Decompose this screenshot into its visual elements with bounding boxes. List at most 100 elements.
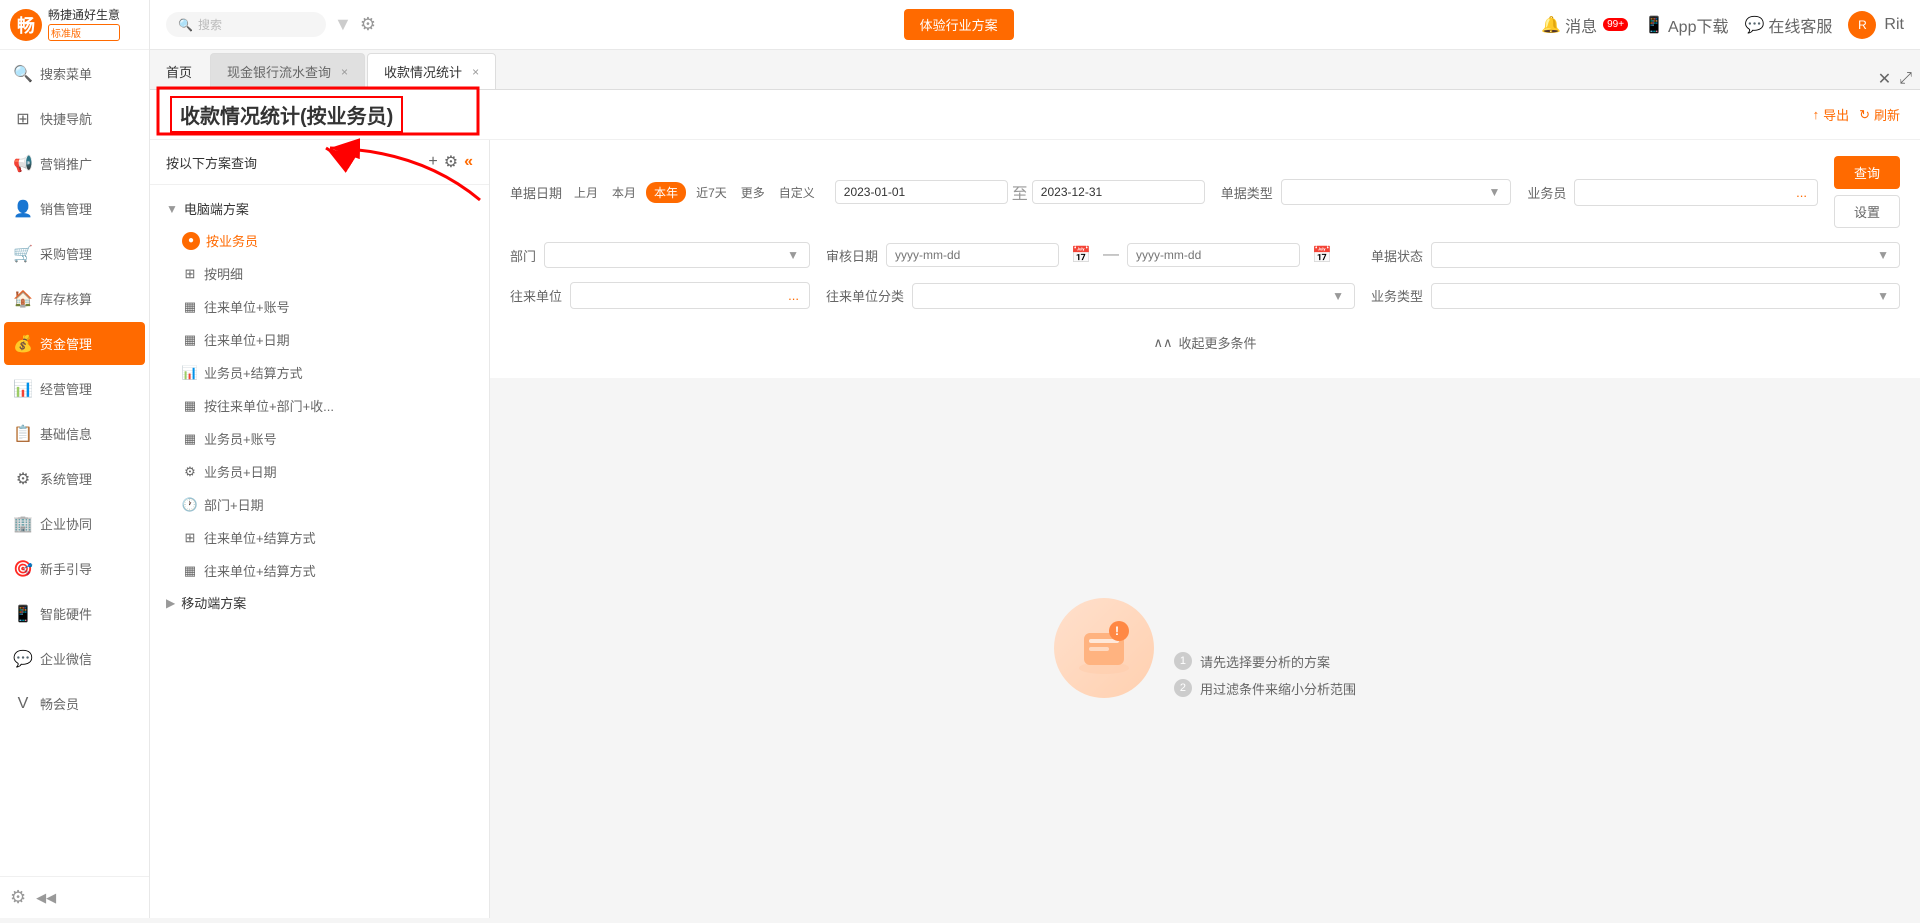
filter-add-button[interactable]: + bbox=[428, 153, 437, 171]
tab-collection-stats-close[interactable]: × bbox=[472, 65, 479, 79]
trial-industry-button[interactable]: 体验行业方案 bbox=[904, 9, 1014, 40]
sidebar-item-basic[interactable]: 📋 基础信息 bbox=[4, 412, 145, 455]
tree-item-salesperson-settlement[interactable]: 📊 业务员+结算方式 bbox=[150, 356, 489, 389]
avatar: R bbox=[1848, 11, 1876, 39]
dept-select[interactable]: ▼ bbox=[544, 242, 810, 268]
sidebar: 畅 畅捷通好生意 标准版 🔍 搜索菜单 ⊞ 快捷导航 📢 营销推广 👤 销售管理… bbox=[0, 0, 150, 918]
unit-account-icon: ▦ bbox=[182, 299, 198, 315]
settings-button[interactable]: 设置 bbox=[1834, 195, 1900, 228]
tab-bar: 首页 现金银行流水查询 × 收款情况统计 × ✕ ⤢ bbox=[150, 50, 1920, 90]
tree-item-salesperson-account[interactable]: ▦ 业务员+账号 bbox=[150, 422, 489, 455]
online-service-button[interactable]: 💬 在线客服 bbox=[1744, 13, 1832, 37]
date-from-input[interactable] bbox=[835, 180, 1008, 204]
tree-arrow-mobile: ▶ bbox=[166, 596, 175, 610]
sidebar-item-sales[interactable]: 👤 销售管理 bbox=[4, 187, 145, 230]
date-btn-last-7-days[interactable]: 近7天 bbox=[692, 182, 731, 203]
tree-item-unit-account[interactable]: ▦ 往来单位+账号 bbox=[150, 290, 489, 323]
date-btn-last-month[interactable]: 上月 bbox=[570, 182, 602, 203]
sidebar-item-system[interactable]: ⚙ 系统管理 bbox=[4, 457, 145, 500]
topbar-dropdown-icon[interactable]: ▼ bbox=[334, 14, 352, 35]
unit-category-select[interactable]: ▼ bbox=[912, 283, 1355, 309]
export-button[interactable]: ↑ 导出 bbox=[1813, 105, 1850, 124]
unit-dots[interactable]: ... bbox=[788, 288, 799, 303]
topbar-left: 🔍 搜索 ▼ ⚙ bbox=[166, 12, 376, 37]
voucher-salesperson-group: 单据类型 ▼ 业务员 ... bbox=[1221, 179, 1818, 206]
tab-bank-flow-close[interactable]: × bbox=[341, 65, 348, 79]
business-type-arrow: ▼ bbox=[1877, 289, 1889, 303]
sidebar-item-finance[interactable]: 💰 资金管理 bbox=[4, 322, 145, 365]
service-icon: 💬 bbox=[1744, 15, 1764, 35]
sidebar-settings-icon[interactable]: ⚙ bbox=[10, 887, 26, 908]
filter-settings-button[interactable]: ⚙ bbox=[444, 152, 458, 172]
sidebar-item-member[interactable]: V 畅会员 bbox=[4, 682, 145, 725]
tree-item-unit-dept-collect[interactable]: ▦ 按往来单位+部门+收... bbox=[150, 389, 489, 422]
date-btn-more[interactable]: 更多 bbox=[737, 182, 769, 203]
sidebar-item-enterprise[interactable]: 🏢 企业协同 bbox=[4, 502, 145, 545]
tree-item-unit-date[interactable]: ▦ 往来单位+日期 bbox=[150, 323, 489, 356]
tree-item-by-detail[interactable]: ⊞ 按明细 bbox=[150, 257, 489, 290]
sidebar-item-inventory[interactable]: 🏠 库存核算 bbox=[4, 277, 145, 320]
sidebar-item-wechat[interactable]: 💬 企业微信 bbox=[4, 637, 145, 680]
empty-state: ! 1 请先选择要分析的方案 2 用过滤条件来缩小分析范围 bbox=[1054, 598, 1356, 698]
date-btn-this-year[interactable]: 本年 bbox=[646, 182, 686, 203]
salesperson-date-icon: ⚙ bbox=[182, 464, 198, 480]
filter-header-icons: + ⚙ « bbox=[428, 152, 473, 172]
calendar-icon-1: 📅 bbox=[1071, 245, 1091, 265]
query-row-3: 往来单位 ... 往来单位分类 ▼ 业务类型 bbox=[510, 282, 1900, 309]
tab-maximize-icon[interactable]: ⤢ bbox=[1899, 70, 1912, 88]
tree-item-unit-settlement2[interactable]: ▦ 往来单位+结算方式 bbox=[150, 554, 489, 587]
tab-home[interactable]: 首页 bbox=[150, 53, 208, 89]
app-download-button[interactable]: 📱 App下载 bbox=[1644, 13, 1728, 37]
date-btn-custom[interactable]: 自定义 bbox=[775, 182, 819, 203]
unit-select[interactable]: ... bbox=[570, 282, 810, 309]
refresh-icon: ↻ bbox=[1859, 107, 1870, 123]
query-area: 单据日期 上月 本月 本年 近7天 更多 自定义 至 bbox=[490, 140, 1920, 918]
sidebar-nav: 🔍 搜索菜单 ⊞ 快捷导航 📢 营销推广 👤 销售管理 🛒 采购管理 🏠 库存核… bbox=[0, 50, 149, 876]
tree-group-pc-header[interactable]: ▼ 电脑端方案 bbox=[150, 193, 489, 224]
user-profile[interactable]: R Rit bbox=[1848, 11, 1904, 39]
sidebar-item-guide[interactable]: 🎯 新手引导 bbox=[4, 547, 145, 590]
review-date-to-input[interactable] bbox=[1127, 243, 1300, 267]
voucher-type-select[interactable]: ▼ bbox=[1281, 179, 1512, 205]
tab-bank-flow[interactable]: 现金银行流水查询 × bbox=[210, 53, 365, 89]
sidebar-item-marketing[interactable]: 📢 营销推广 bbox=[4, 142, 145, 185]
sidebar-item-operations[interactable]: 📊 经营管理 bbox=[4, 367, 145, 410]
main-content: 🔍 搜索 ▼ ⚙ 体验行业方案 🔔 消息 99+ 📱 App下载 💬 在线客服 … bbox=[150, 0, 1920, 918]
tree-group-mobile-header[interactable]: ▶ 移动端方案 bbox=[150, 587, 489, 618]
tab-collection-stats[interactable]: 收款情况统计 × bbox=[367, 53, 496, 89]
export-icon: ↑ bbox=[1813, 107, 1820, 122]
empty-state-content: ! 1 请先选择要分析的方案 2 用过滤条件来缩小分析范围 bbox=[1054, 598, 1356, 698]
tab-close-all-icon[interactable]: ✕ bbox=[1878, 69, 1891, 89]
svg-text:!: ! bbox=[1115, 624, 1119, 638]
refresh-button[interactable]: ↻ 刷新 bbox=[1859, 105, 1900, 124]
date-btn-this-month[interactable]: 本月 bbox=[608, 182, 640, 203]
sidebar-collapse-icon[interactable]: ◀◀ bbox=[36, 890, 56, 906]
review-date-from-input[interactable] bbox=[886, 243, 1059, 267]
sidebar-item-purchase[interactable]: 🛒 采购管理 bbox=[4, 232, 145, 275]
business-type-select[interactable]: ▼ bbox=[1431, 283, 1900, 309]
unit-settlement1-icon: ⊞ bbox=[182, 530, 198, 546]
sidebar-bottom: ⚙ ◀◀ bbox=[0, 876, 149, 918]
tree-item-by-salesperson[interactable]: ● 按业务员 bbox=[150, 224, 489, 257]
topbar-settings-icon[interactable]: ⚙ bbox=[360, 14, 376, 35]
sidebar-item-hardware[interactable]: 📱 智能硬件 bbox=[4, 592, 145, 635]
voucher-status-select[interactable]: ▼ bbox=[1431, 242, 1900, 268]
topbar-search-box[interactable]: 🔍 搜索 bbox=[166, 12, 326, 37]
query-button[interactable]: 查询 bbox=[1834, 156, 1900, 189]
review-date-field: 审核日期 📅 — 📅 bbox=[826, 243, 1355, 267]
messages-button[interactable]: 🔔 消息 99+ bbox=[1541, 13, 1628, 37]
date-to-input[interactable] bbox=[1032, 180, 1205, 204]
sidebar-item-search[interactable]: 🔍 搜索菜单 bbox=[4, 52, 145, 95]
tree-item-salesperson-date[interactable]: ⚙ 业务员+日期 bbox=[150, 455, 489, 488]
filter-collapse-button[interactable]: « bbox=[464, 153, 473, 171]
tree-item-unit-settlement1[interactable]: ⊞ 往来单位+结算方式 bbox=[150, 521, 489, 554]
sidebar-item-quick-nav[interactable]: ⊞ 快捷导航 bbox=[4, 97, 145, 140]
salesperson-dots[interactable]: ... bbox=[1796, 185, 1807, 200]
salesperson-select[interactable]: ... bbox=[1574, 179, 1818, 206]
collapse-more-button[interactable]: ∧∧ 收起更多条件 bbox=[510, 323, 1900, 362]
filter-panel-header: 按以下方案查询 + ⚙ « bbox=[150, 140, 489, 185]
business-type-field: 业务类型 ▼ bbox=[1371, 283, 1900, 309]
tree-item-dept-date[interactable]: 🕐 部门+日期 bbox=[150, 488, 489, 521]
filter-panel: 按以下方案查询 + ⚙ « ▼ 电脑端方案 ● 按业务员 bbox=[150, 140, 490, 918]
finance-icon: 💰 bbox=[14, 335, 32, 353]
